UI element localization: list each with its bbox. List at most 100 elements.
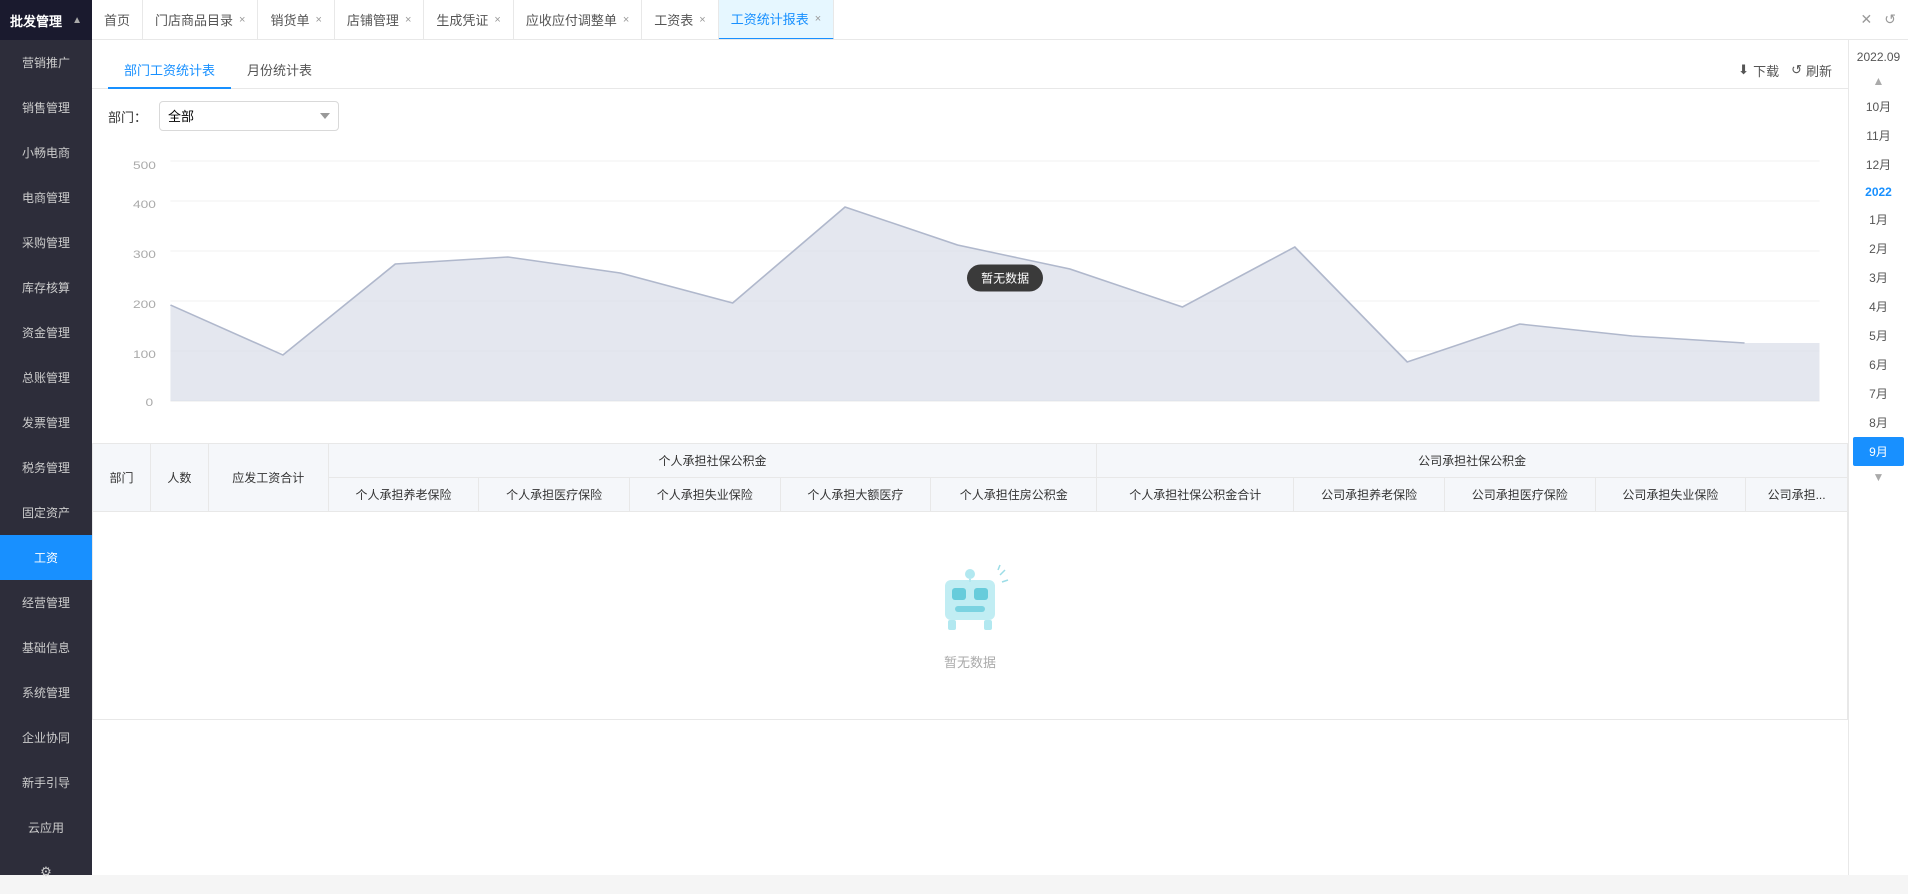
tab-payroll-table[interactable]: 工资表× (642, 0, 718, 39)
col-dept: 部门 (93, 444, 151, 512)
date-panel-item-feb[interactable]: 2月 (1853, 234, 1904, 263)
sidebar-item-sales[interactable]: 销售管理 (0, 85, 92, 130)
tab-payroll-report[interactable]: 工资统计报表× (719, 0, 834, 39)
content-area: 部门工资统计表 月份统计表 ⬇ 下载 ↺ 刷新 部门： (92, 40, 1908, 875)
sidebar-item-payroll[interactable]: 工资 (0, 535, 92, 580)
table-empty-state: 暂无数据 (93, 512, 1848, 720)
sidebar-item-sys-manage[interactable]: 系统管理 (0, 670, 92, 715)
sidebar-item-finance[interactable]: 资金管理 (0, 310, 92, 355)
date-panel-item-nov[interactable]: 11月 (1853, 121, 1904, 150)
date-panel-item-sep[interactable]: 9月 (1853, 437, 1904, 466)
tab-ap-adjustment[interactable]: 应收应付调整单× (514, 0, 642, 39)
tab-close-store-manage[interactable]: × (405, 14, 411, 26)
svg-text:100: 100 (133, 348, 156, 360)
col-personal-social: 个人承担社保公积金 (328, 444, 1097, 478)
sub-tabs-right: ⬇ 下载 ↺ 刷新 (1738, 61, 1832, 80)
svg-text:400: 400 (133, 198, 156, 210)
dept-filter-select[interactable]: 全部 (159, 101, 339, 131)
sidebar-item-operations[interactable]: 经营管理 (0, 580, 92, 625)
sidebar-item-purchase[interactable]: 采购管理 (0, 220, 92, 265)
tab-monthly-stats[interactable]: 月份统计表 (231, 52, 328, 89)
col-personal-large-medical: 个人承担大额医疗 (780, 478, 931, 512)
date-panel-item-apr[interactable]: 4月 (1853, 292, 1904, 321)
date-panel-year-2022-label: 2022 (1853, 179, 1904, 205)
col-company-more: 公司承担... (1746, 478, 1848, 512)
download-label: 下载 (1753, 61, 1779, 80)
refresh-button[interactable]: ↺ 刷新 (1791, 61, 1832, 80)
date-panel-item-aug[interactable]: 8月 (1853, 408, 1904, 437)
sidebar-item-inventory[interactable]: 库存核算 (0, 265, 92, 310)
empty-state: 暂无数据 (103, 520, 1837, 711)
tab-close-payroll-table[interactable]: × (699, 14, 705, 26)
date-panel-item-oct[interactable]: 10月 (1853, 92, 1904, 121)
tab-store-catalog[interactable]: 门店商品目录× (143, 0, 258, 39)
date-panel-item-may[interactable]: 5月 (1853, 321, 1904, 350)
col-company-unemployment: 公司承担失业保险 (1595, 478, 1746, 512)
sidebar-item-invoice[interactable]: 发票管理 (0, 400, 92, 445)
refresh-label: 刷新 (1806, 61, 1832, 80)
tab-bar-end: ✕ ↺ (1849, 9, 1908, 30)
col-personal-total: 个人承担社保公积金合计 (1097, 478, 1294, 512)
sidebar-item-enterprise[interactable]: 企业协同 (0, 715, 92, 760)
sidebar-item-ledger[interactable]: 总账管理 (0, 355, 92, 400)
tab-close-sales-order[interactable]: × (315, 14, 321, 26)
sidebar-item-marketing[interactable]: 营销推广 (0, 40, 92, 85)
col-total-wage: 应发工资合计 (208, 444, 328, 512)
date-panel-arrow-down-arrow[interactable]: ▼ (1853, 466, 1904, 488)
tab-home[interactable]: 首页 (92, 0, 143, 39)
tab-close-ap-adjustment[interactable]: × (623, 14, 629, 26)
empty-label: 暂无数据 (944, 652, 996, 671)
sidebar-collapse-icon[interactable]: ▲ (72, 15, 82, 26)
table-area[interactable]: 部门 人数 应发工资合计 个人承担社保公积金 公司承担社保公积金 个人承担养老保… (92, 443, 1848, 875)
gear-icon: ⚙ (40, 864, 52, 879)
tab-close-payroll-report[interactable]: × (815, 13, 821, 25)
sub-tabs-left: 部门工资统计表 月份统计表 (108, 52, 328, 88)
date-panel-arrow-up-arrow[interactable]: ▲ (1853, 70, 1904, 92)
col-company-social: 公司承担社保公积金 (1097, 444, 1848, 478)
date-panel-item-dec[interactable]: 12月 (1853, 150, 1904, 179)
date-panel-item-jan[interactable]: 1月 (1853, 205, 1904, 234)
sidebar-item-cloud-apps[interactable]: 云应用 (0, 805, 92, 850)
sidebar-item-assets[interactable]: 固定资产 (0, 490, 92, 535)
download-button[interactable]: ⬇ 下载 (1738, 61, 1779, 80)
tab-dept-stats[interactable]: 部门工资统计表 (108, 52, 231, 89)
filter-label: 部门： (108, 107, 147, 126)
col-company-pension: 公司承担养老保险 (1294, 478, 1445, 512)
download-icon: ⬇ (1738, 62, 1749, 78)
window-close-button[interactable]: ✕ (1857, 9, 1877, 30)
filter-row: 部门： 全部 (92, 89, 1848, 143)
svg-text:500: 500 (133, 159, 156, 171)
data-table: 部门 人数 应发工资合计 个人承担社保公积金 公司承担社保公积金 个人承担养老保… (92, 443, 1848, 720)
col-personal-housing: 个人承担住房公积金 (931, 478, 1097, 512)
sidebar-item-ecommerce[interactable]: 电商管理 (0, 175, 92, 220)
main-area: 首页门店商品目录×销货单×店铺管理×生成凭证×应收应付调整单×工资表×工资统计报… (92, 0, 1908, 875)
chart-svg: 0 100 200 300 400 500 (108, 151, 1832, 411)
sub-tabs: 部门工资统计表 月份统计表 ⬇ 下载 ↺ 刷新 (92, 40, 1848, 89)
date-panel-item-mar[interactable]: 3月 (1853, 263, 1904, 292)
col-personal-pension: 个人承担养老保险 (328, 478, 479, 512)
date-panel-item-jul[interactable]: 7月 (1853, 379, 1904, 408)
tab-store-manage[interactable]: 店铺管理× (335, 0, 424, 39)
svg-text:200: 200 (133, 298, 156, 310)
sidebar-item-mini-commerce[interactable]: 小畅电商 (0, 130, 92, 175)
tab-produce-voucher[interactable]: 生成凭证× (424, 0, 513, 39)
window-refresh-button[interactable]: ↺ (1880, 9, 1900, 30)
tab-close-produce-voucher[interactable]: × (494, 14, 500, 26)
sidebar-item-basic-info[interactable]: 基础信息 (0, 625, 92, 670)
date-panel-item-2022-09[interactable]: 2022.09 (1853, 44, 1904, 70)
svg-text:0: 0 (145, 396, 153, 408)
page-content: 部门工资统计表 月份统计表 ⬇ 下载 ↺ 刷新 部门： (92, 40, 1848, 875)
tab-close-store-catalog[interactable]: × (239, 14, 245, 26)
sidebar-settings-button[interactable]: ⚙ (0, 850, 92, 894)
sidebar-item-new-guide[interactable]: 新手引导 (0, 760, 92, 805)
col-company-medical: 公司承担医疗保险 (1444, 478, 1595, 512)
date-panel-item-jun[interactable]: 6月 (1853, 350, 1904, 379)
tab-bar: 首页门店商品目录×销货单×店铺管理×生成凭证×应收应付调整单×工资表×工资统计报… (92, 0, 1908, 40)
sidebar-title: 批发管理 (10, 11, 62, 30)
sidebar-item-tax[interactable]: 税务管理 (0, 445, 92, 490)
date-panel: 2022.09▲10月11月12月20221月2月3月4月5月6月7月8月9月▼ (1848, 40, 1908, 875)
svg-text:300: 300 (133, 248, 156, 260)
tab-sales-order[interactable]: 销货单× (258, 0, 334, 39)
chart-area: 0 100 200 300 400 500 (92, 143, 1848, 443)
sidebar-header[interactable]: 批发管理 ▲ (0, 0, 92, 40)
